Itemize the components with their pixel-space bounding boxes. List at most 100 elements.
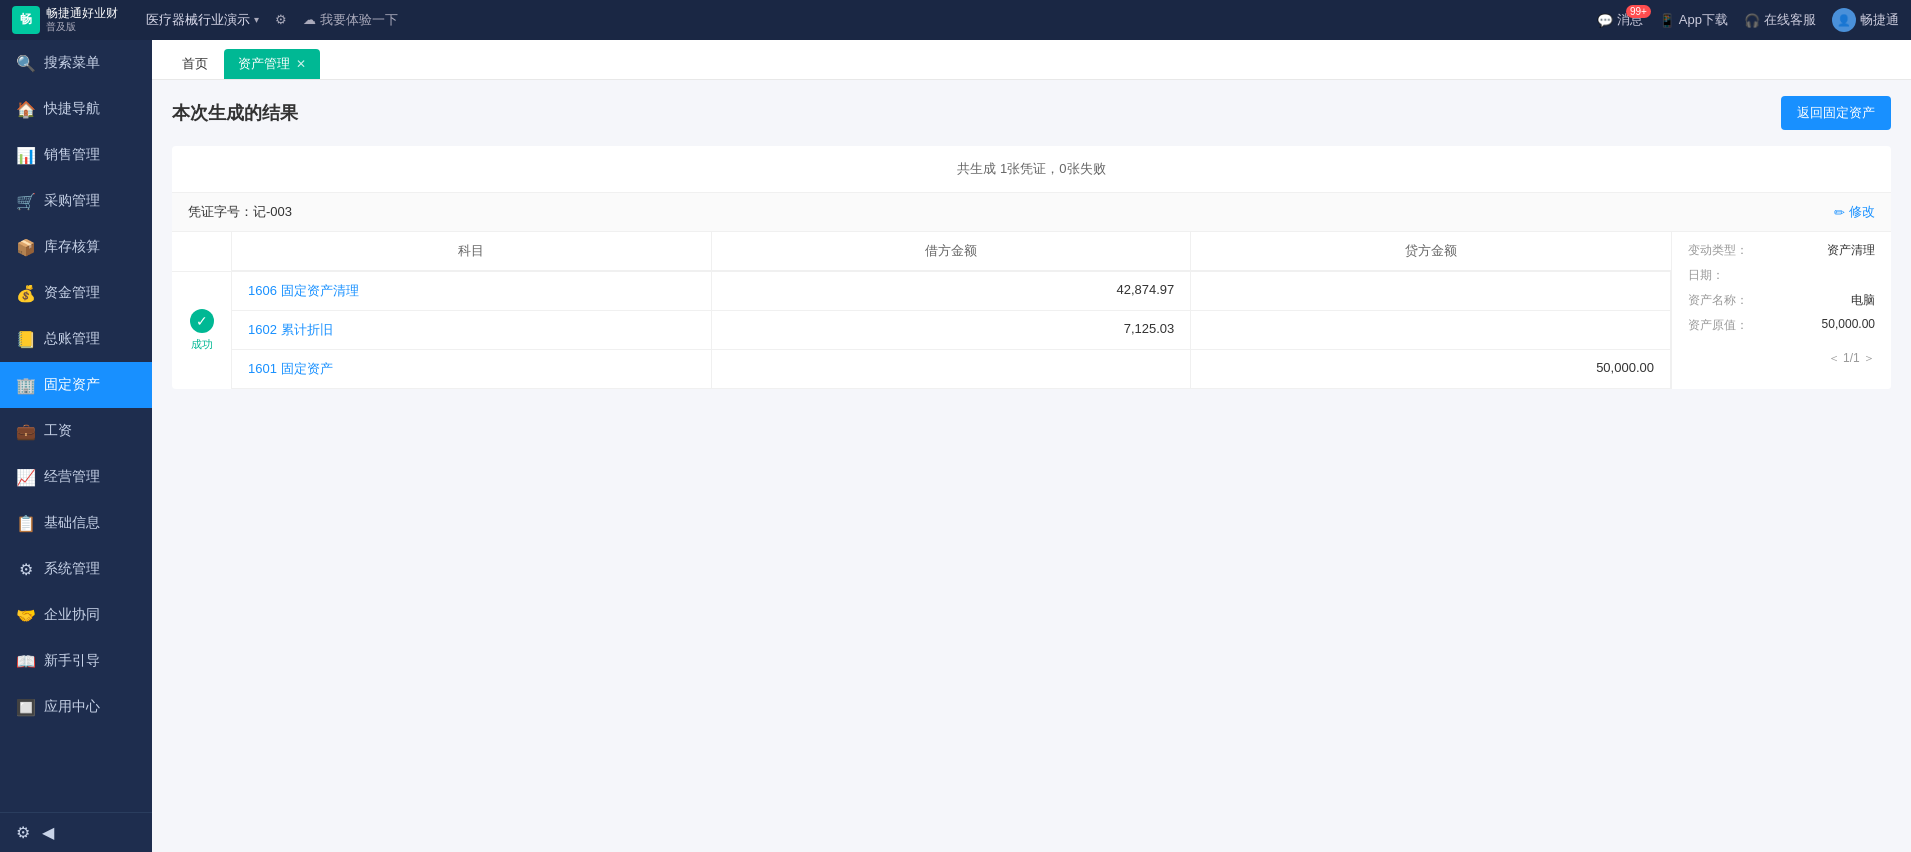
sidebar-item-label: 工资	[44, 422, 72, 440]
asset-name-row: 资产名称： 电脑	[1688, 292, 1875, 309]
sidebar: 🔍 搜索菜单 🏠 快捷导航 📊 销售管理 🛒 采购管理 📦 库存核算 💰 资金管…	[0, 40, 152, 852]
edit-voucher-button[interactable]: ✏ 修改	[1834, 203, 1875, 221]
sidebar-item-enterprise[interactable]: 🤝 企业协同	[0, 592, 152, 638]
row1-debit: 42,874.97	[712, 272, 1192, 310]
avatar: 👤	[1832, 8, 1856, 32]
sidebar-item-apps[interactable]: 🔲 应用中心	[0, 684, 152, 730]
sidebar-item-purchase[interactable]: 🛒 采购管理	[0, 178, 152, 224]
box-icon: 📦	[16, 237, 36, 257]
table-main-area: 科目 借方金额 贷方金额	[172, 232, 1671, 389]
settings-bottom-icon[interactable]: ⚙	[16, 823, 30, 842]
sidebar-item-label: 销售管理	[44, 146, 100, 164]
sidebar-item-funds[interactable]: 💰 资金管理	[0, 270, 152, 316]
sidebar-item-label: 企业协同	[44, 606, 100, 624]
sidebar-item-label: 资金管理	[44, 284, 100, 302]
prev-page-icon[interactable]: ＜	[1828, 351, 1840, 365]
row3-subject: 1601 固定资产	[232, 350, 712, 388]
sidebar-item-ledger[interactable]: 📒 总账管理	[0, 316, 152, 362]
online-service-btn[interactable]: 🎧 在线客服	[1744, 11, 1816, 29]
app-title: 畅捷通好业财	[46, 6, 118, 20]
original-value-row: 资产原值： 50,000.00	[1688, 317, 1875, 334]
trend-icon: 📈	[16, 467, 36, 487]
voucher-number: 凭证字号：记-003	[188, 203, 292, 221]
voucher-header: 凭证字号：记-003 ✏ 修改	[172, 193, 1891, 232]
result-card: 凭证字号：记-003 共生成 1张凭证，0张失败 凭证字号：记-003 ✏ 修改	[172, 146, 1891, 389]
handshake-icon: 🤝	[16, 605, 36, 625]
message-btn[interactable]: 💬 消息 99+	[1597, 11, 1643, 29]
return-fixed-assets-button[interactable]: 返回固定资产	[1781, 96, 1891, 130]
logo-area: 畅 畅捷通好业财 普及版	[12, 6, 118, 34]
logo-icon: 畅	[12, 6, 40, 34]
date-row: 日期：	[1688, 267, 1875, 284]
tab-asset-mgmt[interactable]: 资产管理 ✕	[224, 49, 320, 79]
home-icon: 🏠	[16, 99, 36, 119]
success-icon: ✓	[190, 309, 214, 333]
message-icon: 💬	[1597, 13, 1613, 28]
result-summary: 凭证字号：记-003 共生成 1张凭证，0张失败	[172, 146, 1891, 193]
row2-subject: 1602 累计折旧	[232, 311, 712, 349]
change-type-label: 变动类型：	[1688, 242, 1748, 259]
page-info: 1/1	[1843, 351, 1863, 365]
sidebar-item-quick-nav[interactable]: 🏠 快捷导航	[0, 86, 152, 132]
original-value-value: 50,000.00	[1822, 317, 1875, 334]
table-row: 1606 固定资产清理 42,874.97	[232, 272, 1671, 311]
col-debit: 借方金额	[712, 232, 1192, 271]
sidebar-item-basic-info[interactable]: 📋 基础信息	[0, 500, 152, 546]
guide-icon: 📖	[16, 651, 36, 671]
sidebar-item-label: 采购管理	[44, 192, 100, 210]
user-btn[interactable]: 👤 畅捷通	[1832, 8, 1899, 32]
sidebar-item-system[interactable]: ⚙ 系统管理	[0, 546, 152, 592]
table-row: 1601 固定资产 50,000.00	[232, 350, 1671, 389]
row3-credit: 50,000.00	[1191, 350, 1671, 388]
voucher-table: 科目 借方金额 贷方金额	[172, 232, 1891, 389]
building-icon: 🏢	[16, 375, 36, 395]
company-name: 医疗器械行业演示	[146, 11, 250, 29]
chevron-down-icon: ▾	[254, 14, 259, 25]
sidebar-item-label: 基础信息	[44, 514, 100, 532]
row3-debit	[712, 350, 1192, 388]
page-content: 本次生成的结果 返回固定资产 凭证字号：记-003 共生成 1张凭证，0张失败 …	[152, 80, 1911, 852]
row2-debit: 7,125.03	[712, 311, 1192, 349]
sidebar-item-inventory[interactable]: 📦 库存核算	[0, 224, 152, 270]
tab-home[interactable]: 首页	[168, 49, 222, 79]
sidebar-item-guide[interactable]: 📖 新手引导	[0, 638, 152, 684]
sidebar-item-label: 库存核算	[44, 238, 100, 256]
top-bar: 畅 畅捷通好业财 普及版 医疗器械行业演示 ▾ ⚙ ☁ 我要体验一下 💬 消息 …	[0, 0, 1911, 40]
tab-close-icon[interactable]: ✕	[296, 57, 306, 71]
app-download-btn[interactable]: 📱 App下载	[1659, 11, 1728, 29]
company-selector[interactable]: 医疗器械行业演示 ▾	[146, 11, 259, 29]
original-value-label: 资产原值：	[1688, 317, 1748, 334]
pagination: ＜ 1/1 ＞	[1688, 342, 1875, 375]
change-type-value: 资产清理	[1827, 242, 1875, 259]
date-label: 日期：	[1688, 267, 1724, 284]
sidebar-item-sales[interactable]: 📊 销售管理	[0, 132, 152, 178]
top-bar-right: 💬 消息 99+ 📱 App下载 🎧 在线客服 👤 畅捷通	[1597, 8, 1899, 32]
chart-icon: 📊	[16, 145, 36, 165]
sidebar-item-salary[interactable]: 💼 工资	[0, 408, 152, 454]
experience-button[interactable]: ☁ 我要体验一下	[303, 11, 398, 29]
money-icon: 💰	[16, 283, 36, 303]
col-credit: 贷方金额	[1191, 232, 1671, 271]
sidebar-item-label: 新手引导	[44, 652, 100, 670]
table-row: 1602 累计折旧 7,125.03	[232, 311, 1671, 350]
success-label: 成功	[191, 337, 213, 352]
row2-credit	[1191, 311, 1671, 349]
cart-icon: 🛒	[16, 191, 36, 211]
settings-icon[interactable]: ⚙	[267, 6, 295, 34]
clipboard-icon: 📋	[16, 513, 36, 533]
data-rows: 1606 固定资产清理 42,874.97 1602 累计折旧 7,125.03	[232, 272, 1671, 389]
col-subject: 科目	[232, 232, 712, 271]
sidebar-item-label: 总账管理	[44, 330, 100, 348]
fold-icon[interactable]: ◀	[42, 823, 54, 842]
row1-credit	[1191, 272, 1671, 310]
next-page-icon[interactable]: ＞	[1863, 351, 1875, 365]
voucher-section: 凭证字号：记-003 ✏ 修改	[172, 193, 1891, 389]
table-data-section: ✓ 成功 1606 固定资产清理 42,874.97	[172, 272, 1671, 389]
sidebar-item-fixed-assets[interactable]: 🏢 固定资产	[0, 362, 152, 408]
asset-name-label: 资产名称：	[1688, 292, 1748, 309]
app-version: 普及版	[46, 20, 118, 34]
change-type-row: 变动类型： 资产清理	[1688, 242, 1875, 259]
sidebar-item-label: 固定资产	[44, 376, 100, 394]
sidebar-item-search[interactable]: 🔍 搜索菜单	[0, 40, 152, 86]
sidebar-item-operations[interactable]: 📈 经营管理	[0, 454, 152, 500]
